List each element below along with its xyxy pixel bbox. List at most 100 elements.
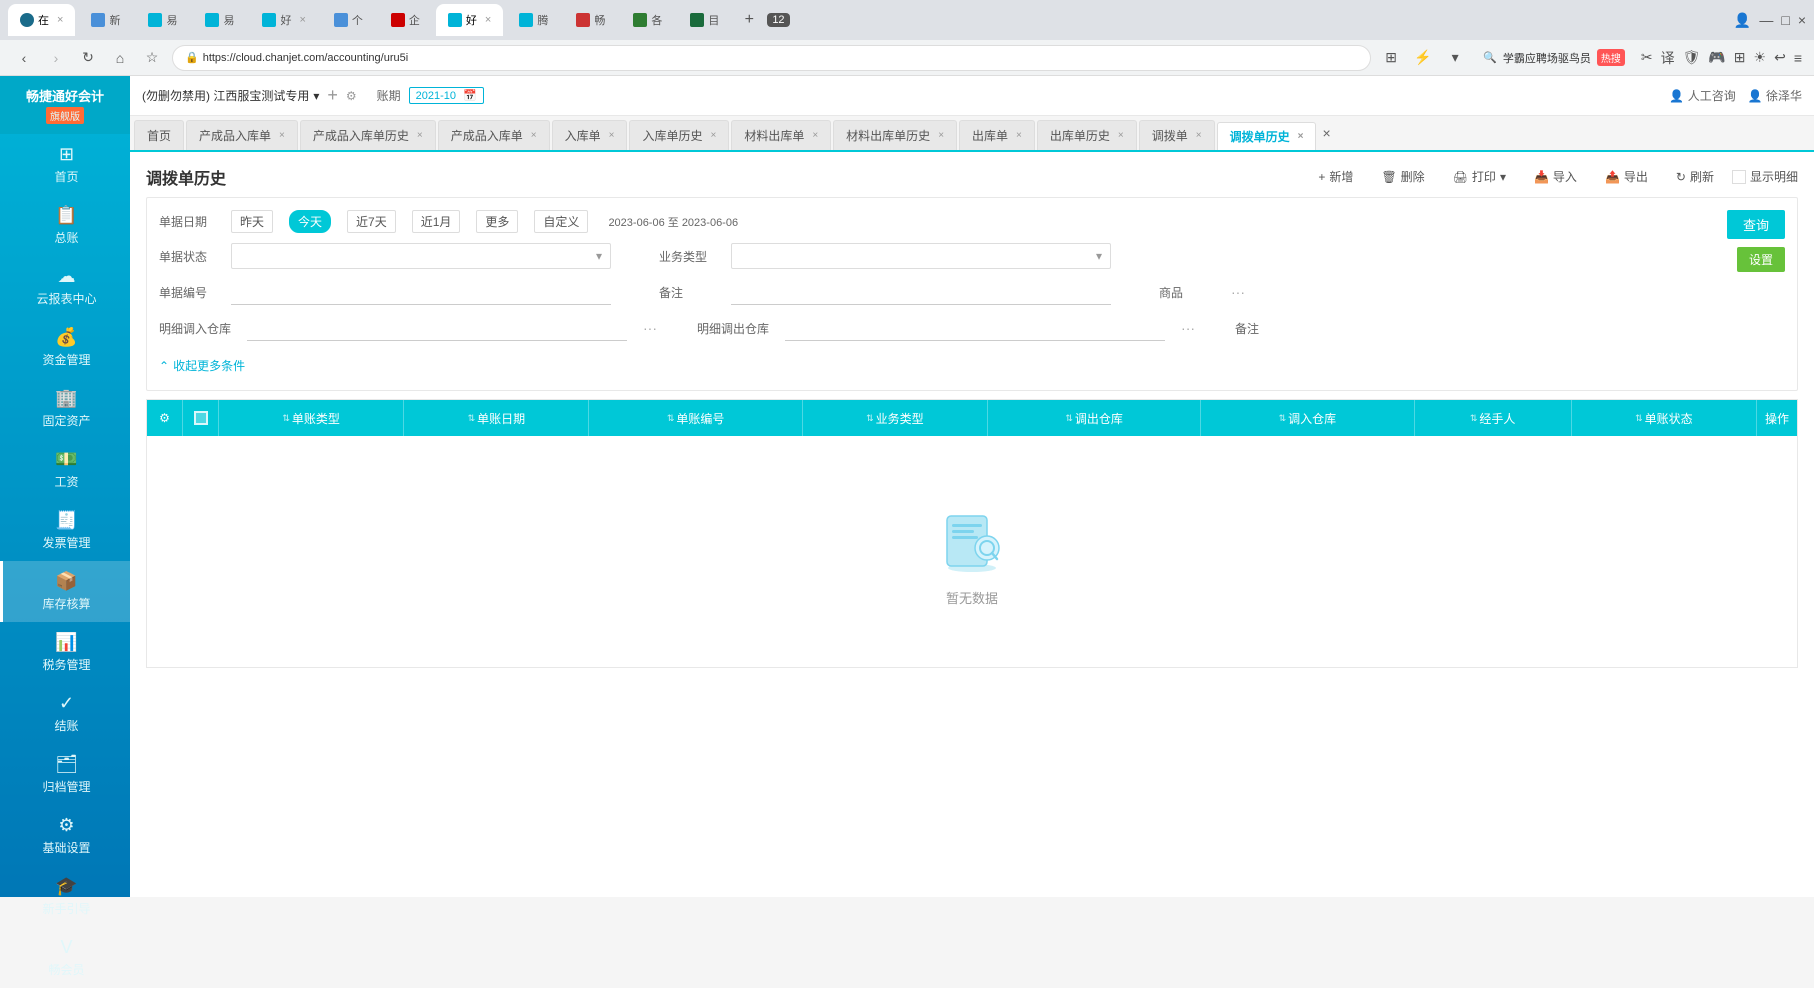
tab-close-3[interactable]: × bbox=[531, 130, 537, 141]
sidebar-item-tax[interactable]: 📊 税务管理 bbox=[0, 622, 130, 683]
page-tab-3[interactable]: 产成品入库单 × bbox=[438, 120, 550, 150]
collapse-button[interactable]: ⌃ 收起更多条件 bbox=[159, 357, 1785, 374]
th-gear[interactable]: ⚙ bbox=[147, 400, 183, 436]
date-more[interactable]: 更多 bbox=[476, 210, 518, 233]
game-icon[interactable]: 🎮 bbox=[1708, 49, 1725, 66]
browser-tab-11[interactable]: 各 bbox=[621, 4, 674, 36]
scissors-icon[interactable]: ✂ bbox=[1641, 49, 1653, 66]
remark-input[interactable] bbox=[731, 279, 1111, 305]
date-custom[interactable]: 自定义 bbox=[534, 210, 588, 233]
browser-tab-2[interactable]: 新 bbox=[79, 4, 132, 36]
tab-close-10[interactable]: × bbox=[1196, 130, 1202, 141]
page-tab-11-active[interactable]: 调拨单历史 × bbox=[1217, 122, 1317, 152]
date-today[interactable]: 今天 bbox=[289, 210, 331, 233]
sidebar-item-inventory[interactable]: 📦 库存核算 bbox=[0, 561, 130, 622]
browser-tab-6[interactable]: 个 bbox=[322, 4, 375, 36]
search-bar[interactable]: 🔍 学霸应聘场驱鸟员 热搜 bbox=[1483, 49, 1625, 66]
page-tab-2[interactable]: 产成品入库单历史 × bbox=[300, 120, 436, 150]
status-select[interactable]: ▾ bbox=[231, 243, 611, 269]
tab-close-4[interactable]: × bbox=[609, 130, 615, 141]
undo-icon[interactable]: ↩ bbox=[1774, 49, 1786, 66]
browser-tab-10[interactable]: 畅 bbox=[564, 4, 617, 36]
extensions-button[interactable]: ⊞ bbox=[1379, 46, 1403, 70]
sidebar-item-invoice[interactable]: 🧾 发票管理 bbox=[0, 500, 130, 561]
tab-close-icon-8[interactable]: × bbox=[485, 14, 491, 26]
browser-tab-12[interactable]: 目 bbox=[678, 4, 731, 36]
th-doc-no[interactable]: ⇅ 单账编号 bbox=[589, 400, 802, 436]
page-tab-7[interactable]: 材料出库单历史 × bbox=[833, 120, 957, 150]
shield-icon[interactable]: 🛡 bbox=[1683, 49, 1701, 66]
date-1month[interactable]: 近1月 bbox=[412, 210, 461, 233]
service-icon[interactable]: 👤 人工咨询 bbox=[1669, 87, 1735, 104]
browser-tab-1[interactable]: 在 × bbox=[8, 4, 75, 36]
sidebar-item-vip[interactable]: V 畅会员 bbox=[0, 927, 130, 988]
display-checkbox[interactable] bbox=[1732, 170, 1746, 184]
display-toggle[interactable]: 显示明细 bbox=[1732, 168, 1798, 185]
sidebar-item-reports[interactable]: ☁ 云报表中心 bbox=[0, 256, 130, 317]
period-selector[interactable]: 2021-10 📅 bbox=[409, 87, 484, 104]
sidebar-item-assets[interactable]: 🏢 固定资产 bbox=[0, 378, 130, 439]
close-button[interactable]: × bbox=[1798, 12, 1806, 28]
back-button[interactable]: ‹ bbox=[12, 46, 36, 70]
settings-gear-icon[interactable]: ⚙ bbox=[346, 89, 357, 103]
profile-icon[interactable]: 👤 bbox=[1734, 12, 1751, 29]
sidebar-item-funds[interactable]: 💰 资金管理 bbox=[0, 317, 130, 378]
page-tab-10[interactable]: 调拨单 × bbox=[1139, 120, 1215, 150]
sidebar-item-close[interactable]: ✓ 结账 bbox=[0, 683, 130, 744]
browser-tab-9[interactable]: 腾 bbox=[507, 4, 560, 36]
goods-dots-button[interactable]: ··· bbox=[1231, 284, 1245, 300]
tab-close-8[interactable]: × bbox=[1016, 130, 1022, 141]
date-7days[interactable]: 近7天 bbox=[347, 210, 396, 233]
export-button[interactable]: 📤 导出 bbox=[1595, 164, 1658, 189]
detail-out-input[interactable] bbox=[785, 315, 1165, 341]
tab-close-icon-5[interactable]: × bbox=[299, 14, 305, 26]
dropdown-button[interactable]: ▾ bbox=[1443, 46, 1467, 70]
refresh-button[interactable]: ↻ bbox=[76, 46, 100, 70]
th-doc-date[interactable]: ⇅ 单账日期 bbox=[404, 400, 589, 436]
setting-button[interactable]: 设置 bbox=[1737, 247, 1785, 272]
type-select[interactable]: ▾ bbox=[731, 243, 1111, 269]
th-biz-type[interactable]: ⇅ 业务类型 bbox=[803, 400, 988, 436]
page-tab-4[interactable]: 入库单 × bbox=[552, 120, 628, 150]
browser-tab-7[interactable]: 企 bbox=[379, 4, 432, 36]
sidebar-item-salary[interactable]: 💵 工资 bbox=[0, 439, 130, 500]
tab-bar-close-icon[interactable]: × bbox=[1322, 125, 1330, 141]
browser-tab-4[interactable]: 易 bbox=[193, 4, 246, 36]
tab-close-9[interactable]: × bbox=[1118, 130, 1124, 141]
page-tab-5[interactable]: 入库单历史 × bbox=[629, 120, 729, 150]
page-tab-1[interactable]: 产成品入库单 × bbox=[186, 120, 298, 150]
menu-icon[interactable]: ≡ bbox=[1794, 50, 1802, 66]
page-tab-9[interactable]: 出库单历史 × bbox=[1037, 120, 1137, 150]
tab-close-5[interactable]: × bbox=[710, 130, 716, 141]
detail-in-input[interactable] bbox=[247, 315, 627, 341]
new-button[interactable]: + 新增 bbox=[1308, 164, 1363, 189]
tab-close-icon[interactable]: × bbox=[57, 14, 63, 26]
url-bar[interactable]: 🔒 https://cloud.chanjet.com/accounting/u… bbox=[172, 45, 1371, 71]
browser-tab-5[interactable]: 好 × bbox=[250, 4, 317, 36]
tab-close-7[interactable]: × bbox=[938, 130, 944, 141]
maximize-button[interactable]: □ bbox=[1781, 12, 1789, 28]
brightness-icon[interactable]: ☀ bbox=[1754, 49, 1767, 66]
query-button[interactable]: 查询 bbox=[1727, 210, 1785, 239]
th-checkbox[interactable] bbox=[183, 400, 219, 436]
th-status[interactable]: ⇅ 单账状态 bbox=[1572, 400, 1757, 436]
sidebar-item-ledger[interactable]: 📋 总账 bbox=[0, 195, 130, 256]
bookmark-button[interactable]: ☆ bbox=[140, 46, 164, 70]
page-tab-home[interactable]: 首页 bbox=[134, 120, 184, 150]
minimize-button[interactable]: — bbox=[1759, 12, 1773, 28]
date-yesterday[interactable]: 昨天 bbox=[231, 210, 273, 233]
company-selector[interactable]: (勿删勿禁用) 江西服宝测试专用 ▾ bbox=[142, 87, 319, 104]
forward-button[interactable]: › bbox=[44, 46, 68, 70]
translate-icon[interactable]: 译 bbox=[1661, 48, 1675, 68]
add-button[interactable]: + bbox=[327, 85, 338, 106]
sidebar-item-archive[interactable]: 🗂 归档管理 bbox=[0, 744, 130, 805]
tab-close-1[interactable]: × bbox=[279, 130, 285, 141]
home-button[interactable]: ⌂ bbox=[108, 46, 132, 70]
sidebar-item-settings[interactable]: ⚙ 基础设置 bbox=[0, 805, 130, 866]
th-in-warehouse[interactable]: ⇅ 调入仓库 bbox=[1201, 400, 1414, 436]
grid-icon[interactable]: ⊞ bbox=[1734, 49, 1746, 66]
tab-close-11[interactable]: × bbox=[1298, 131, 1304, 142]
browser-tab-8-active[interactable]: 好 × bbox=[436, 4, 503, 36]
detail-in-dots[interactable]: ··· bbox=[643, 320, 657, 336]
tab-close-2[interactable]: × bbox=[417, 130, 423, 141]
